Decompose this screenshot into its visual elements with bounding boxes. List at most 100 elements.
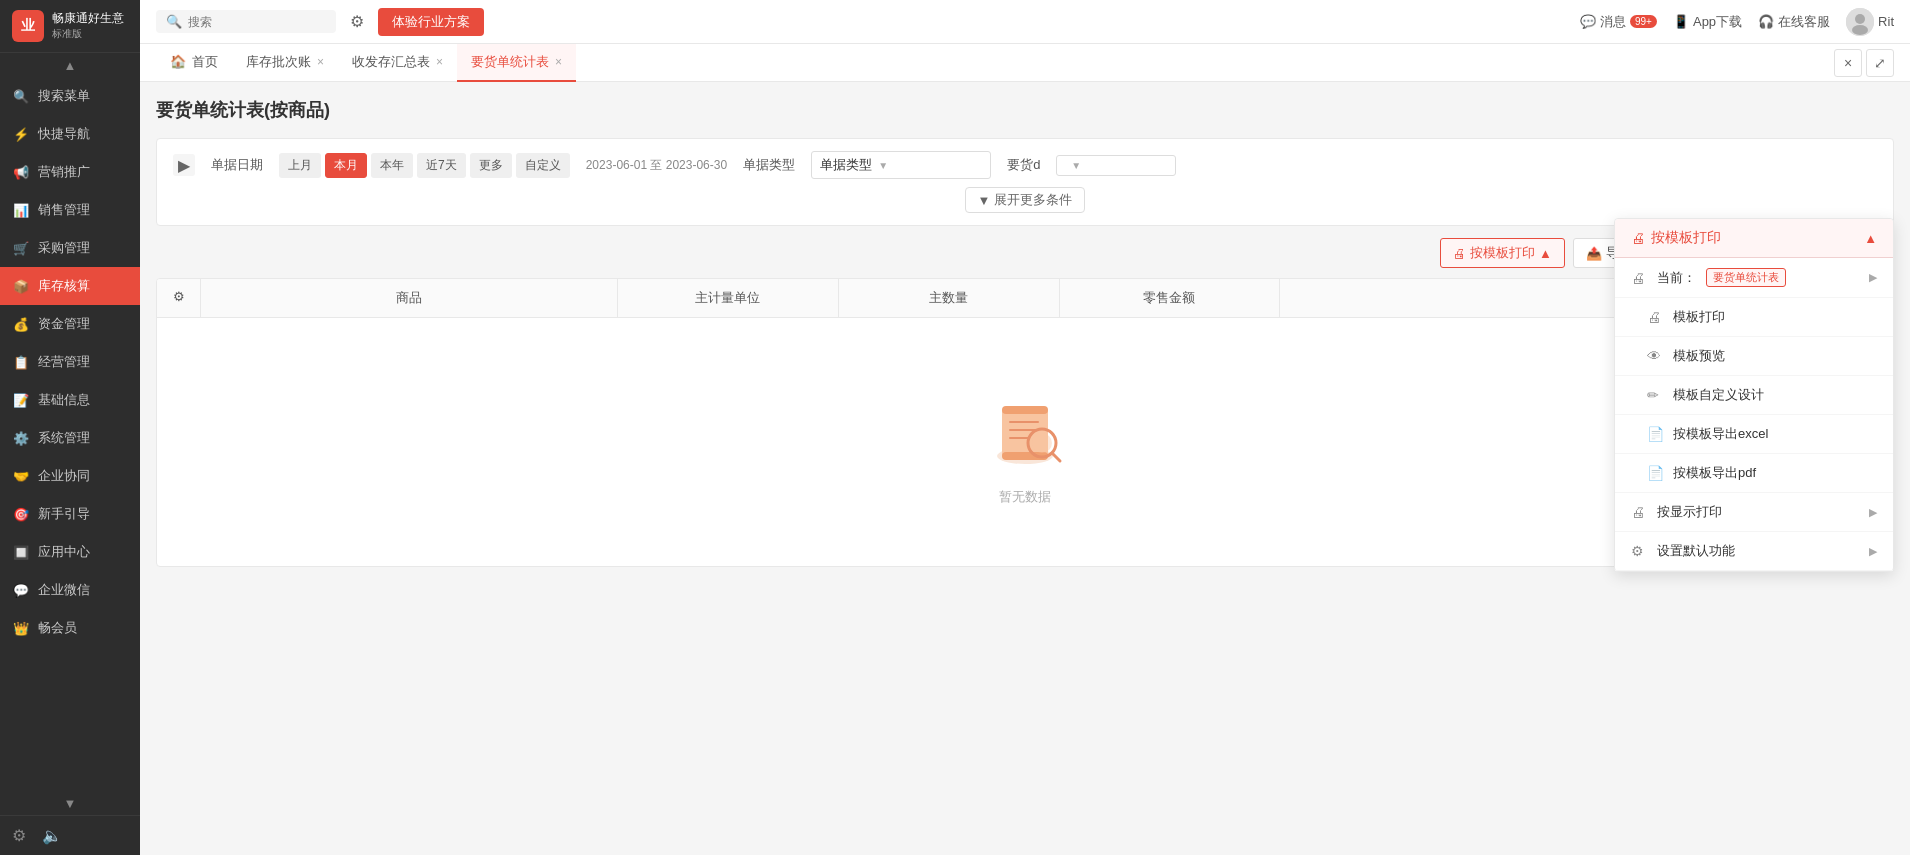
sidebar-item-basic-info[interactable]: 📝 基础信息 [0, 381, 140, 419]
sidebar-item-enterprise[interactable]: 🤝 企业协同 [0, 457, 140, 495]
dropdown-title: 🖨 按模板打印 [1631, 229, 1721, 247]
dropdown-item-set-default[interactable]: ⚙ 设置默认功能 ▶ [1615, 532, 1893, 571]
type-filter-input[interactable]: 单据类型 ▼ [811, 151, 991, 179]
table-col-product: 商品 [201, 279, 618, 317]
tab-receipt-summary[interactable]: 收发存汇总表 × [338, 44, 457, 82]
export-excel-icon: 📄 [1647, 426, 1663, 442]
sidebar-item-quick-nav[interactable]: ⚡ 快捷导航 [0, 115, 140, 153]
message-label: 消息 [1600, 13, 1626, 31]
sidebar-item-sales[interactable]: 📊 销售管理 [0, 191, 140, 229]
dropdown-item-export-pdf[interactable]: 📄 按模板导出pdf [1615, 454, 1893, 493]
user-avatar [1846, 8, 1874, 36]
tab-home[interactable]: 🏠 首页 [156, 44, 232, 82]
user-profile[interactable]: Rit [1846, 8, 1894, 36]
dropdown-item-export-excel[interactable]: 📄 按模板导出excel [1615, 415, 1893, 454]
template-design-icon: ✏ [1647, 387, 1663, 403]
sidebar-scroll-down[interactable]: ▼ [0, 791, 140, 815]
sidebar-item-search[interactable]: 🔍 搜索菜单 [0, 77, 140, 115]
trial-button[interactable]: 体验行业方案 [378, 8, 484, 36]
search-input[interactable] [188, 15, 308, 29]
display-print-icon: 🖨 [1631, 504, 1647, 520]
tabs-controls: × ⤢ [1834, 49, 1894, 77]
sidebar-item-label: 基础信息 [38, 391, 90, 409]
type-filter-value: 单据类型 [820, 156, 872, 174]
date-btn-this-month[interactable]: 本月 [325, 153, 367, 178]
sidebar-item-guide[interactable]: 🎯 新手引导 [0, 495, 140, 533]
date-btn-7days[interactable]: 近7天 [417, 153, 466, 178]
sidebar-scroll-up[interactable]: ▲ [0, 53, 140, 77]
expand-icon: ▼ [978, 193, 991, 208]
dropdown-item-template-design[interactable]: ✏ 模板自定义设计 [1615, 376, 1893, 415]
finance-icon: 💰 [12, 315, 30, 333]
dropdown-collapse-icon[interactable]: ▲ [1864, 231, 1877, 246]
filter-expand-row: ▼ 展开更多条件 [173, 187, 1877, 213]
print-arrow: ▲ [1539, 246, 1552, 261]
print-dropdown-menu: 🖨 按模板打印 ▲ 🖨 当前： 要货单统计表 ▶ 🖨 模板打印 [1614, 218, 1894, 572]
tab-order-stats[interactable]: 要货单统计表 × [457, 44, 576, 82]
sales-icon: 📊 [12, 201, 30, 219]
sidebar-item-wechat[interactable]: 💬 企业微信 [0, 571, 140, 609]
topbar-search-icon: 🔍 [166, 14, 182, 29]
sidebar-item-inventory[interactable]: 📦 库存核算 [0, 267, 140, 305]
topbar-search-box[interactable]: 🔍 [156, 10, 336, 33]
svg-line-12 [1052, 453, 1060, 461]
inventory-icon: 📦 [12, 277, 30, 295]
sidebar-item-label: 营销推广 [38, 163, 90, 181]
table-col-settings[interactable]: ⚙ [157, 279, 201, 317]
sidebar-item-app-center[interactable]: 🔲 应用中心 [0, 533, 140, 571]
print-template-button[interactable]: 🖨 按模板打印 ▲ [1440, 238, 1565, 268]
svg-point-2 [1852, 25, 1868, 35]
message-button[interactable]: 💬 消息 99+ [1580, 13, 1657, 31]
expand-more-btn[interactable]: ▼ 展开更多条件 [965, 187, 1086, 213]
sidebar-item-label: 应用中心 [38, 543, 90, 561]
date-btn-last-month[interactable]: 上月 [279, 153, 321, 178]
app-download-button[interactable]: 📱 App下载 [1673, 13, 1742, 31]
date-btn-more[interactable]: 更多 [470, 153, 512, 178]
set-default-left: ⚙ 设置默认功能 [1631, 542, 1735, 560]
sidebar-item-operations[interactable]: 📋 经营管理 [0, 343, 140, 381]
template-design-label: 模板自定义设计 [1673, 386, 1764, 404]
purchase-icon: 🛒 [12, 239, 30, 257]
dropdown-item-template-print[interactable]: 🖨 模板打印 [1615, 298, 1893, 337]
export-excel-label: 按模板导出excel [1673, 425, 1768, 443]
sidebar-item-label: 系统管理 [38, 429, 90, 447]
message-icon: 💬 [1580, 14, 1596, 29]
sidebar-item-finance[interactable]: 💰 资金管理 [0, 305, 140, 343]
sidebar-item-system[interactable]: ⚙️ 系统管理 [0, 419, 140, 457]
table-col-retail: 零售金额 [1060, 279, 1281, 317]
app-download-label: App下载 [1693, 13, 1742, 31]
filter-expand-arrow[interactable]: ▶ [173, 154, 195, 176]
sidebar-item-label: 新手引导 [38, 505, 90, 523]
sidebar-item-label: 企业微信 [38, 581, 90, 599]
tab-close-all[interactable]: × [1834, 49, 1862, 77]
phone-icon: 📱 [1673, 14, 1689, 29]
sidebar-item-purchase[interactable]: 🛒 采购管理 [0, 229, 140, 267]
topbar-gear-icon[interactable]: ⚙ [344, 12, 370, 31]
tab-close-receipt[interactable]: × [436, 55, 443, 69]
tab-close-batch[interactable]: × [317, 55, 324, 69]
export-pdf-icon: 📄 [1647, 465, 1663, 481]
template-print-label: 模板打印 [1673, 308, 1725, 326]
member-icon: 👑 [12, 619, 30, 637]
tab-close-order[interactable]: × [555, 55, 562, 69]
current-value-tag: 要货单统计表 [1706, 268, 1786, 287]
sidebar-logo: 业 畅康通好生意 标准版 [0, 0, 140, 53]
sound-icon[interactable]: 🔈 [42, 826, 62, 845]
dropdown-item-display-print[interactable]: 🖨 按显示打印 ▶ [1615, 493, 1893, 532]
tab-batch-account[interactable]: 库存批次账 × [232, 44, 338, 82]
sidebar-nav: 🔍 搜索菜单 ⚡ 快捷导航 📢 营销推广 📊 销售管理 🛒 采购管理 📦 库存核… [0, 77, 140, 791]
settings-bottom-icon[interactable]: ⚙ [12, 826, 26, 845]
dropdown-item-template-preview[interactable]: 👁 模板预览 [1615, 337, 1893, 376]
sidebar-item-marketing[interactable]: 📢 营销推广 [0, 153, 140, 191]
date-btn-custom[interactable]: 自定义 [516, 153, 570, 178]
dropdown-title-label: 按模板打印 [1651, 229, 1721, 247]
quick-nav-icon: ⚡ [12, 125, 30, 143]
order-filter-input[interactable]: ▼ [1056, 155, 1176, 176]
export-pdf-label: 按模板导出pdf [1673, 464, 1756, 482]
tab-maximize[interactable]: ⤢ [1866, 49, 1894, 77]
dropdown-current-item[interactable]: 🖨 当前： 要货单统计表 ▶ [1615, 258, 1893, 298]
date-btn-this-year[interactable]: 本年 [371, 153, 413, 178]
sidebar-item-label: 搜索菜单 [38, 87, 90, 105]
online-service-button[interactable]: 🎧 在线客服 [1758, 13, 1830, 31]
sidebar-item-member[interactable]: 👑 畅会员 [0, 609, 140, 647]
